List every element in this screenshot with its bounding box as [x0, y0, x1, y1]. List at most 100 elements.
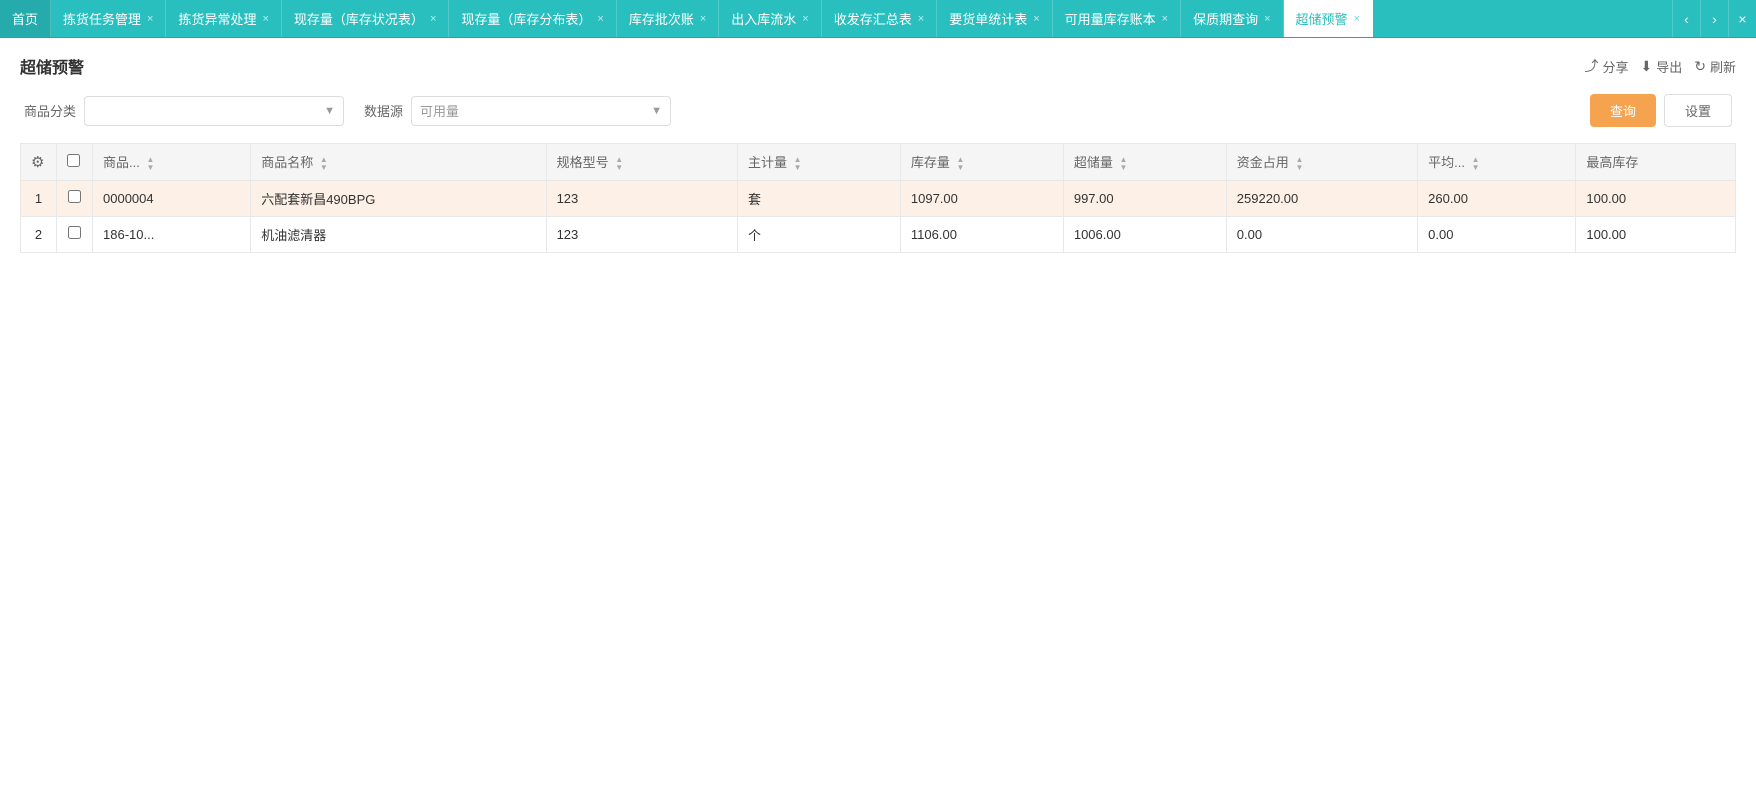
row-overstock-0: 997.00 — [1063, 180, 1226, 216]
category-select[interactable]: ▼ — [84, 96, 344, 126]
th-checkbox — [57, 144, 93, 181]
nav-avail-ledger[interactable]: 可用量库存账本 × — [1053, 0, 1181, 38]
datasource-dropdown-icon: ▼ — [651, 105, 662, 117]
th-max-stock-label: 最高库存 — [1586, 155, 1638, 170]
row-checkbox-cell-0 — [57, 180, 93, 216]
row-product-name-1: 机油滤清器 — [251, 216, 546, 252]
table-header-row: ⚙ 商品... ▲▼ 商品名称 ▲▼ 规格型号 ▲▼ 主计 — [21, 144, 1736, 181]
settings-button[interactable]: 设置 — [1664, 94, 1732, 127]
row-spec-0: 123 — [546, 180, 737, 216]
row-product-name-0: 六配套新昌490BPG — [251, 180, 546, 216]
nav-order-stats[interactable]: 要货单统计表 × — [937, 0, 1052, 38]
nav-arrow-left[interactable]: ‹ — [1672, 0, 1700, 38]
refresh-button[interactable]: ↻ 刷新 — [1694, 57, 1736, 76]
share-label: 分享 — [1602, 57, 1628, 76]
row-spec-1: 123 — [546, 216, 737, 252]
row-checkbox-1[interactable] — [68, 226, 81, 239]
page-content: 超储预警 ⤴ 分享 ⬇ 导出 ↻ 刷新 商品分类 ▼ 数据源 — [0, 38, 1756, 800]
row-num-0: 1 — [21, 180, 57, 216]
nav-recv-summary-close[interactable]: × — [918, 13, 924, 25]
nav-recv-summary[interactable]: 收发存汇总表 × — [822, 0, 937, 38]
th-avg: 平均... ▲▼ — [1418, 144, 1576, 181]
nav-overstock-close[interactable]: × — [1354, 13, 1360, 25]
nav-inout-flow-close[interactable]: × — [802, 13, 808, 25]
export-icon: ⬇ — [1641, 58, 1653, 75]
sort-stock-icon[interactable]: ▲▼ — [957, 156, 965, 172]
datasource-filter: 数据源 可用量 ▼ — [364, 96, 671, 126]
nav-inventory-dist[interactable]: 现存量（库存分布表） × — [449, 0, 616, 38]
nav-quality-label: 保质期查询 — [1193, 9, 1258, 28]
nav-inventory-status-label: 现存量（库存状况表） — [294, 9, 424, 28]
row-stock-0: 1097.00 — [900, 180, 1063, 216]
th-settings: ⚙ — [21, 144, 57, 181]
nav-task-mgmt-label: 拣货任务管理 — [63, 9, 141, 28]
th-capital-label: 资金占用 — [1237, 155, 1289, 170]
nav-task-mgmt-close[interactable]: × — [147, 13, 153, 25]
category-label: 商品分类 — [24, 101, 76, 120]
export-button[interactable]: ⬇ 导出 — [1641, 57, 1683, 76]
nav-avail-ledger-label: 可用量库存账本 — [1065, 9, 1156, 28]
nav-inventory-status-close[interactable]: × — [430, 13, 436, 25]
nav-abnormal-close[interactable]: × — [262, 13, 268, 25]
row-capital-1: 0.00 — [1226, 216, 1417, 252]
sort-avg-icon[interactable]: ▲▼ — [1472, 156, 1480, 172]
nav-home-label: 首页 — [12, 9, 38, 28]
row-max-stock-1: 100.00 — [1576, 216, 1736, 252]
nav-quality-close[interactable]: × — [1264, 13, 1270, 25]
th-stock-label: 库存量 — [911, 155, 950, 170]
sort-spec-icon[interactable]: ▲▼ — [615, 156, 623, 172]
nav-order-stats-label: 要货单统计表 — [949, 9, 1027, 28]
sort-capital-icon[interactable]: ▲▼ — [1295, 156, 1303, 172]
nav-arrow-close[interactable]: × — [1728, 0, 1756, 38]
row-product-code-0: 0000004 — [93, 180, 251, 216]
table-body: 1 0000004 六配套新昌490BPG 123 套 1097.00 997.… — [21, 180, 1736, 252]
th-stock: 库存量 ▲▼ — [900, 144, 1063, 181]
nav-recv-summary-label: 收发存汇总表 — [834, 9, 912, 28]
nav-avail-ledger-close[interactable]: × — [1162, 13, 1168, 25]
refresh-label: 刷新 — [1710, 57, 1736, 76]
select-all-checkbox[interactable] — [67, 154, 80, 167]
table-row: 1 0000004 六配套新昌490BPG 123 套 1097.00 997.… — [21, 180, 1736, 216]
row-capital-0: 259220.00 — [1226, 180, 1417, 216]
nav-task-mgmt[interactable]: 拣货任务管理 × — [51, 0, 166, 38]
row-unit-1: 个 — [737, 216, 900, 252]
nav-overstock[interactable]: 超储预警 × — [1284, 0, 1373, 38]
table-row: 2 186-10... 机油滤清器 123 个 1106.00 1006.00 … — [21, 216, 1736, 252]
sort-product-name-icon[interactable]: ▲▼ — [320, 156, 328, 172]
nav-abnormal-label: 拣货异常处理 — [178, 9, 256, 28]
nav-inventory-dist-close[interactable]: × — [597, 13, 603, 25]
share-icon: ⤴ — [1584, 56, 1598, 76]
nav-abnormal[interactable]: 拣货异常处理 × — [166, 0, 281, 38]
category-dropdown-icon: ▼ — [324, 105, 335, 117]
filter-buttons: 查询 设置 — [1590, 94, 1732, 127]
nav-arrow-right[interactable]: › — [1700, 0, 1728, 38]
th-product-code: 商品... ▲▼ — [93, 144, 251, 181]
row-checkbox-0[interactable] — [68, 190, 81, 203]
data-table: ⚙ 商品... ▲▼ 商品名称 ▲▼ 规格型号 ▲▼ 主计 — [20, 143, 1736, 253]
datasource-select[interactable]: 可用量 ▼ — [411, 96, 671, 126]
row-num-1: 2 — [21, 216, 57, 252]
nav-inout-flow[interactable]: 出入库流水 × — [719, 0, 821, 38]
page-title: 超储预警 — [20, 54, 84, 78]
nav-batch-close[interactable]: × — [700, 13, 706, 25]
share-button[interactable]: ⤴ 分享 — [1584, 56, 1628, 76]
export-label: 导出 — [1656, 57, 1682, 76]
nav-batch[interactable]: 库存批次账 × — [617, 0, 719, 38]
nav-inventory-status[interactable]: 现存量（库存状况表） × — [282, 0, 449, 38]
row-overstock-1: 1006.00 — [1063, 216, 1226, 252]
nav-quality[interactable]: 保质期查询 × — [1181, 0, 1283, 38]
nav-home[interactable]: 首页 — [0, 0, 51, 38]
query-button[interactable]: 查询 — [1590, 94, 1656, 127]
th-overstock: 超储量 ▲▼ — [1063, 144, 1226, 181]
sort-overstock-icon[interactable]: ▲▼ — [1119, 156, 1127, 172]
row-checkbox-cell-1 — [57, 216, 93, 252]
nav-overstock-label: 超储预警 — [1296, 9, 1348, 28]
settings-gear-icon[interactable]: ⚙ — [31, 154, 44, 171]
refresh-icon: ↻ — [1694, 58, 1706, 75]
th-unit-label: 主计量 — [748, 155, 787, 170]
sort-product-code-icon[interactable]: ▲▼ — [146, 156, 154, 172]
sort-unit-icon[interactable]: ▲▼ — [794, 156, 802, 172]
row-avg-1: 0.00 — [1418, 216, 1576, 252]
th-capital: 资金占用 ▲▼ — [1226, 144, 1417, 181]
nav-order-stats-close[interactable]: × — [1033, 13, 1039, 25]
